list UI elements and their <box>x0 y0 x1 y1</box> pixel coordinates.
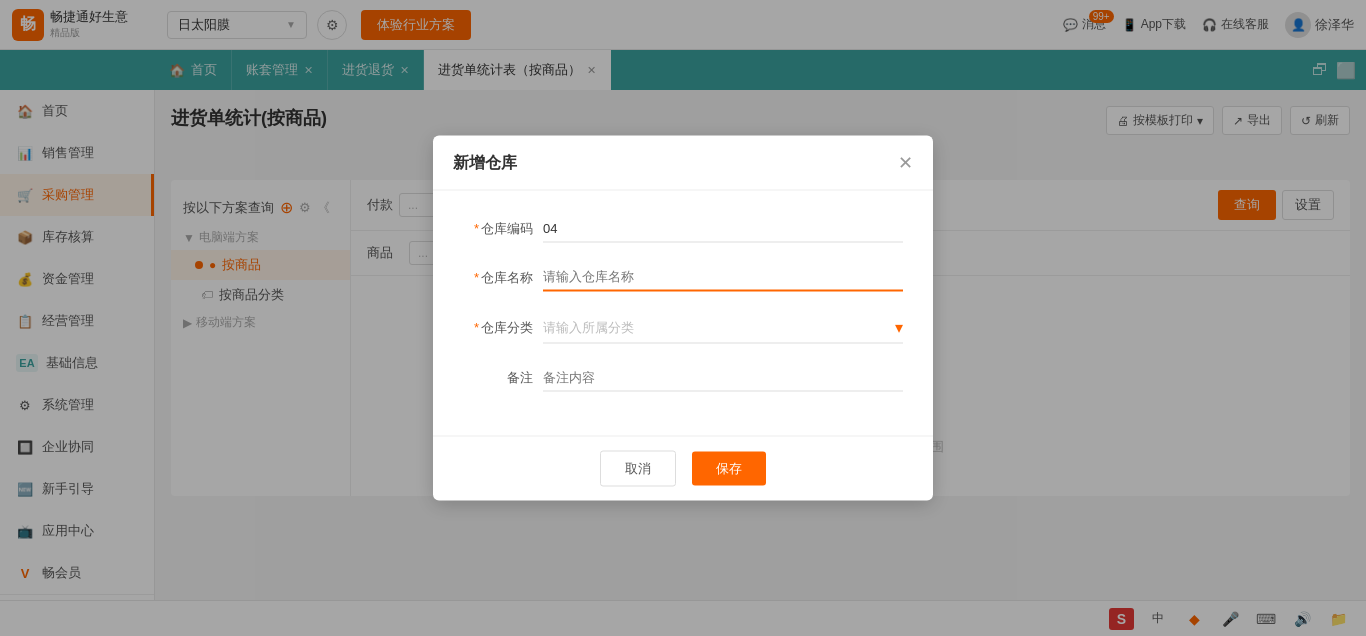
warehouse-code-input[interactable] <box>543 215 903 243</box>
modal-header: 新增仓库 ✕ <box>433 136 933 191</box>
modal-body: *仓库编码 *仓库名称 *仓库分类 请输入所属分类 ▾ 备注 <box>433 191 933 436</box>
cancel-button[interactable]: 取消 <box>600 451 676 487</box>
warehouse-code-field: *仓库编码 <box>463 215 903 243</box>
warehouse-category-field: *仓库分类 请输入所属分类 ▾ <box>463 312 903 344</box>
save-button[interactable]: 保存 <box>692 452 766 486</box>
modal-title: 新增仓库 <box>453 152 517 173</box>
warehouse-name-input[interactable] <box>543 263 903 292</box>
modal-new-warehouse: 新增仓库 ✕ *仓库编码 *仓库名称 *仓库分类 请输入所属分类 ▾ <box>433 136 933 501</box>
warehouse-category-select[interactable]: 请输入所属分类 ▾ <box>543 312 903 344</box>
warehouse-code-label: *仓库编码 <box>463 220 543 238</box>
warehouse-category-label: *仓库分类 <box>463 319 543 337</box>
select-arrow-icon: ▾ <box>895 318 903 337</box>
warehouse-name-field: *仓库名称 <box>463 263 903 292</box>
modal-close-button[interactable]: ✕ <box>898 152 913 174</box>
warehouse-name-label: *仓库名称 <box>463 268 543 286</box>
remark-field: 备注 <box>463 364 903 392</box>
remark-label: 备注 <box>463 369 543 387</box>
remark-input[interactable] <box>543 364 903 392</box>
modal-footer: 取消 保存 <box>433 436 933 501</box>
